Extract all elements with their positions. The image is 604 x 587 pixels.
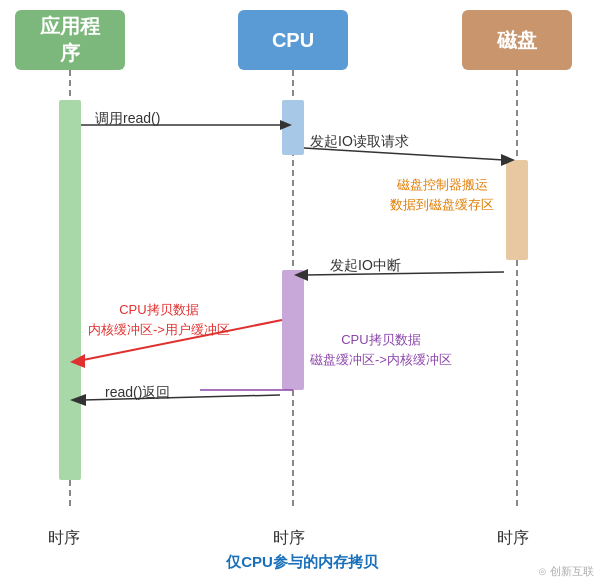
- header-app: 应用程序: [15, 10, 125, 70]
- svg-marker-14: [70, 354, 85, 368]
- label-disk-controller: 磁盘控制器搬运 数据到磁盘缓存区: [390, 175, 494, 214]
- header-disk-label: 磁盘: [497, 27, 537, 54]
- diagram-svg: [0, 0, 604, 587]
- header-cpu: CPU: [238, 10, 348, 70]
- watermark: ⊙ 创新互联: [538, 564, 594, 579]
- shixu-app: 时序: [48, 528, 80, 549]
- diagram-container: 应用程序 CPU 磁盘: [0, 0, 604, 587]
- svg-marker-8: [280, 120, 292, 130]
- label-io-interrupt: 发起IO中断: [330, 257, 401, 275]
- header-disk: 磁盘: [462, 10, 572, 70]
- header-app-label: 应用程序: [33, 13, 107, 67]
- label-call-read: 调用read(): [95, 110, 160, 128]
- shixu-cpu: 时序: [273, 528, 305, 549]
- shixu-disk: 时序: [497, 528, 529, 549]
- svg-marker-17: [70, 394, 86, 406]
- svg-marker-12: [294, 269, 308, 281]
- label-read-return: read()返回: [105, 384, 170, 402]
- svg-rect-3: [59, 100, 81, 480]
- subtitle: 仅CPU参与的内存拷贝: [226, 553, 378, 572]
- label-io-read-request: 发起IO读取请求: [310, 133, 409, 151]
- label-cpu-copy-disk-kernel: CPU拷贝数据 磁盘缓冲区->内核缓冲区: [310, 330, 452, 369]
- label-cpu-copy-kernel-user: CPU拷贝数据 内核缓冲区->用户缓冲区: [88, 300, 230, 339]
- svg-rect-5: [282, 270, 304, 390]
- svg-rect-6: [506, 160, 528, 260]
- svg-marker-10: [501, 154, 515, 166]
- header-cpu-label: CPU: [272, 29, 314, 52]
- svg-rect-4: [282, 100, 304, 155]
